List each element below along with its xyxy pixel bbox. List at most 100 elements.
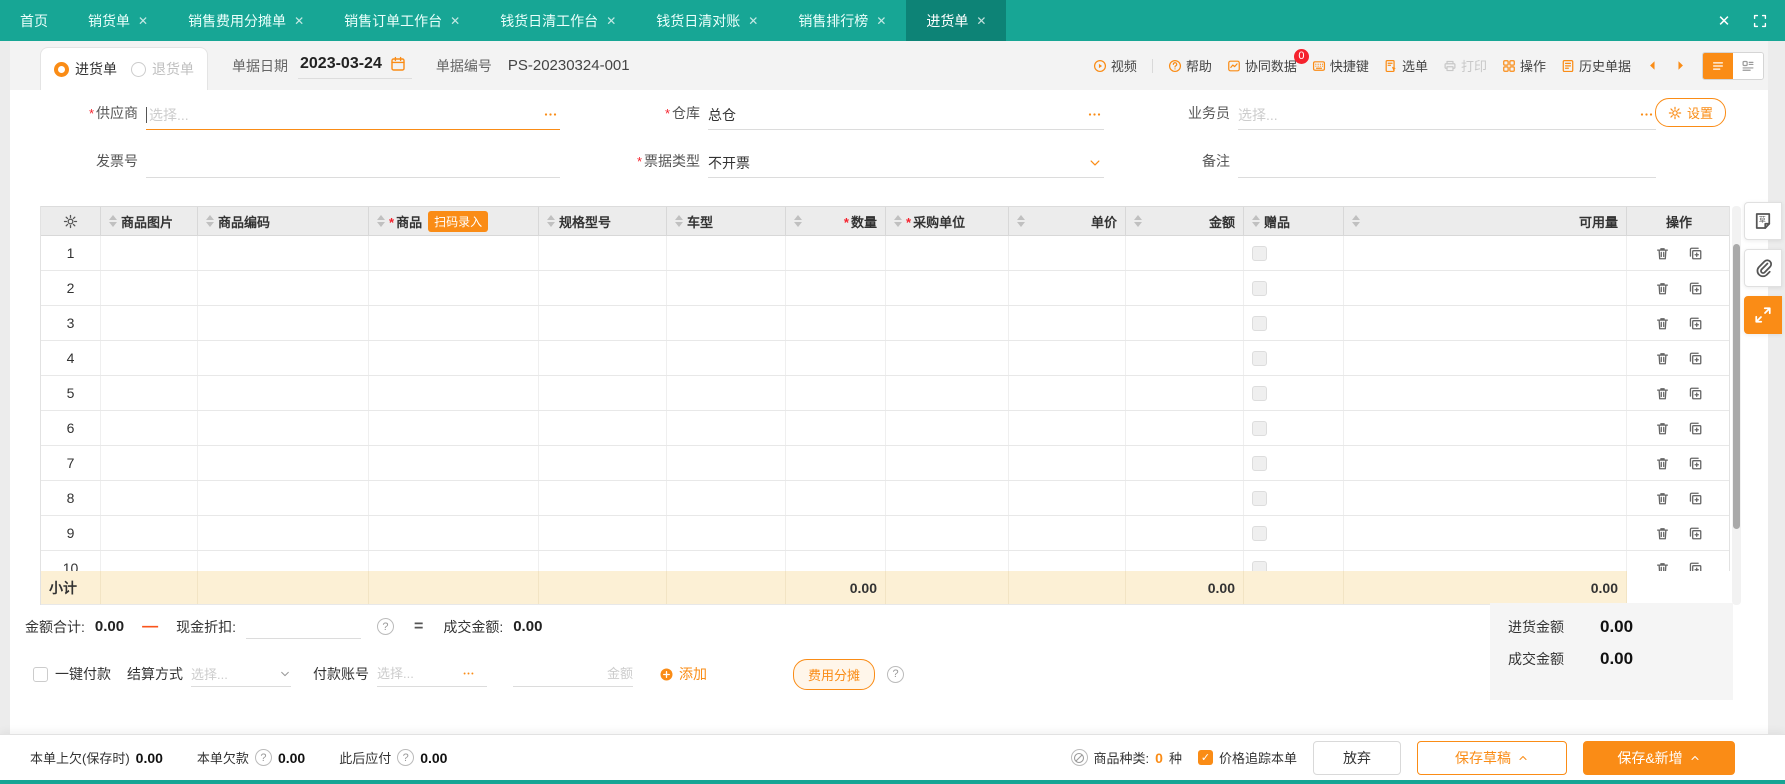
pay-amount-input[interactable] <box>513 666 633 681</box>
invoice-input[interactable] <box>146 149 560 176</box>
discard-button[interactable]: 放弃 <box>1313 740 1401 775</box>
trash-icon[interactable] <box>1655 351 1670 366</box>
cell-name[interactable] <box>369 376 539 410</box>
gift-checkbox[interactable] <box>1252 245 1267 261</box>
cell-img[interactable] <box>101 271 198 305</box>
cell-gift[interactable] <box>1244 341 1344 375</box>
cell-model[interactable] <box>667 446 786 480</box>
cell-spec[interactable] <box>539 551 667 571</box>
cell-spec[interactable] <box>539 306 667 340</box>
toolbar-action-2[interactable]: 协同数据 0 <box>1227 49 1309 75</box>
cell-amount[interactable] <box>1126 376 1244 410</box>
cell-name[interactable] <box>369 516 539 550</box>
toolbar-action-7[interactable]: 历史单据 <box>1561 56 1631 75</box>
cell-model[interactable] <box>667 341 786 375</box>
cell-model[interactable] <box>667 516 786 550</box>
cell-unit[interactable] <box>886 551 1009 571</box>
cell-name[interactable] <box>369 306 539 340</box>
copy-add-icon[interactable] <box>1688 281 1703 296</box>
cell-unit[interactable] <box>886 271 1009 305</box>
ellipsis-icon[interactable] <box>462 667 475 680</box>
copy-add-icon[interactable] <box>1688 561 1703 571</box>
copy-add-icon[interactable] <box>1688 456 1703 471</box>
sort-icon[interactable] <box>1352 215 1360 227</box>
cell-qty[interactable] <box>786 516 886 550</box>
tab-close-icon[interactable]: ✕ <box>606 14 616 28</box>
sort-icon[interactable] <box>206 215 214 227</box>
gift-checkbox[interactable] <box>1252 280 1267 296</box>
cell-price[interactable] <box>1009 411 1126 445</box>
cell-model[interactable] <box>667 411 786 445</box>
topbar-tab-6[interactable]: 销售排行榜 ✕ <box>778 0 906 41</box>
column-header-price[interactable]: 单价 <box>1009 207 1126 235</box>
copy-add-icon[interactable] <box>1688 526 1703 541</box>
cell-price[interactable] <box>1009 446 1126 480</box>
copy-add-icon[interactable] <box>1688 421 1703 436</box>
topbar-tab-7[interactable]: 进货单 ✕ <box>906 0 1007 41</box>
cell-name[interactable] <box>369 271 539 305</box>
cell-amount[interactable] <box>1126 446 1244 480</box>
cell-unit[interactable] <box>886 446 1009 480</box>
cell-gift[interactable] <box>1244 376 1344 410</box>
cell-spec[interactable] <box>539 271 667 305</box>
cell-available[interactable] <box>1344 341 1627 375</box>
attachment-button[interactable] <box>1744 249 1782 287</box>
sort-icon[interactable] <box>547 215 555 227</box>
cell-model[interactable] <box>667 236 786 270</box>
cell-code[interactable] <box>198 376 369 410</box>
scan-entry-badge[interactable]: 扫码录入 <box>428 210 489 232</box>
trash-icon[interactable] <box>1655 456 1670 471</box>
cell-gift[interactable] <box>1244 446 1344 480</box>
cell-gift[interactable] <box>1244 306 1344 340</box>
bill-type-value[interactable]: 不开票 <box>708 153 750 173</box>
cell-amount[interactable] <box>1126 411 1244 445</box>
trash-icon[interactable] <box>1655 316 1670 331</box>
cost-share-button[interactable]: 费用分摊 <box>793 658 876 690</box>
topbar-tab-1[interactable]: 销货单 ✕ <box>68 0 168 41</box>
question-circle-icon[interactable]: ? <box>376 618 394 635</box>
topbar-tab-3[interactable]: 销售订单工作台 ✕ <box>324 0 480 41</box>
cell-code[interactable] <box>198 306 369 340</box>
sort-icon[interactable] <box>1017 215 1025 227</box>
cell-qty[interactable] <box>786 411 886 445</box>
salesman-picker-ellipsis-icon[interactable] <box>1639 107 1654 122</box>
trash-icon[interactable] <box>1655 386 1670 401</box>
cell-available[interactable] <box>1344 411 1627 445</box>
cell-img[interactable] <box>101 446 198 480</box>
cell-qty[interactable] <box>786 236 886 270</box>
card-view-icon[interactable] <box>1733 52 1763 79</box>
cell-name[interactable] <box>369 341 539 375</box>
cell-available[interactable] <box>1344 551 1627 571</box>
cell-gift[interactable] <box>1244 236 1344 270</box>
cell-code[interactable] <box>198 236 369 270</box>
gift-checkbox[interactable] <box>1252 315 1267 331</box>
pay-account-input[interactable] <box>377 666 462 681</box>
cell-price[interactable] <box>1009 236 1126 270</box>
gift-checkbox[interactable] <box>1252 455 1267 471</box>
remark-input[interactable] <box>1238 149 1656 176</box>
column-header-img[interactable]: 商品图片 <box>101 207 198 235</box>
sort-icon[interactable] <box>675 215 683 227</box>
topbar-tab-5[interactable]: 钱货日清对账 ✕ <box>636 0 778 41</box>
tab-close-icon[interactable]: ✕ <box>138 14 148 28</box>
cell-price[interactable] <box>1009 306 1126 340</box>
gear-icon[interactable] <box>63 214 78 229</box>
settings-button[interactable]: 设置 <box>1654 98 1726 127</box>
cell-name[interactable] <box>369 411 539 445</box>
cell-qty[interactable] <box>786 446 886 480</box>
cell-available[interactable] <box>1344 516 1627 550</box>
column-header-name[interactable]: * 商品 扫码录入 <box>369 207 539 235</box>
sort-icon[interactable] <box>377 215 385 227</box>
question-circle-icon[interactable]: ? <box>397 749 415 766</box>
copy-add-icon[interactable] <box>1688 386 1703 401</box>
draft-note-button[interactable]: 草 <box>1744 202 1782 240</box>
column-header-qty[interactable]: * 数量 <box>786 207 886 235</box>
question-circle-icon[interactable]: ? <box>887 665 905 683</box>
cell-img[interactable] <box>101 411 198 445</box>
trash-icon[interactable] <box>1655 421 1670 436</box>
cell-spec[interactable] <box>539 341 667 375</box>
cell-unit[interactable] <box>886 306 1009 340</box>
cell-price[interactable] <box>1009 481 1126 515</box>
cell-price[interactable] <box>1009 271 1126 305</box>
cell-gift[interactable] <box>1244 271 1344 305</box>
